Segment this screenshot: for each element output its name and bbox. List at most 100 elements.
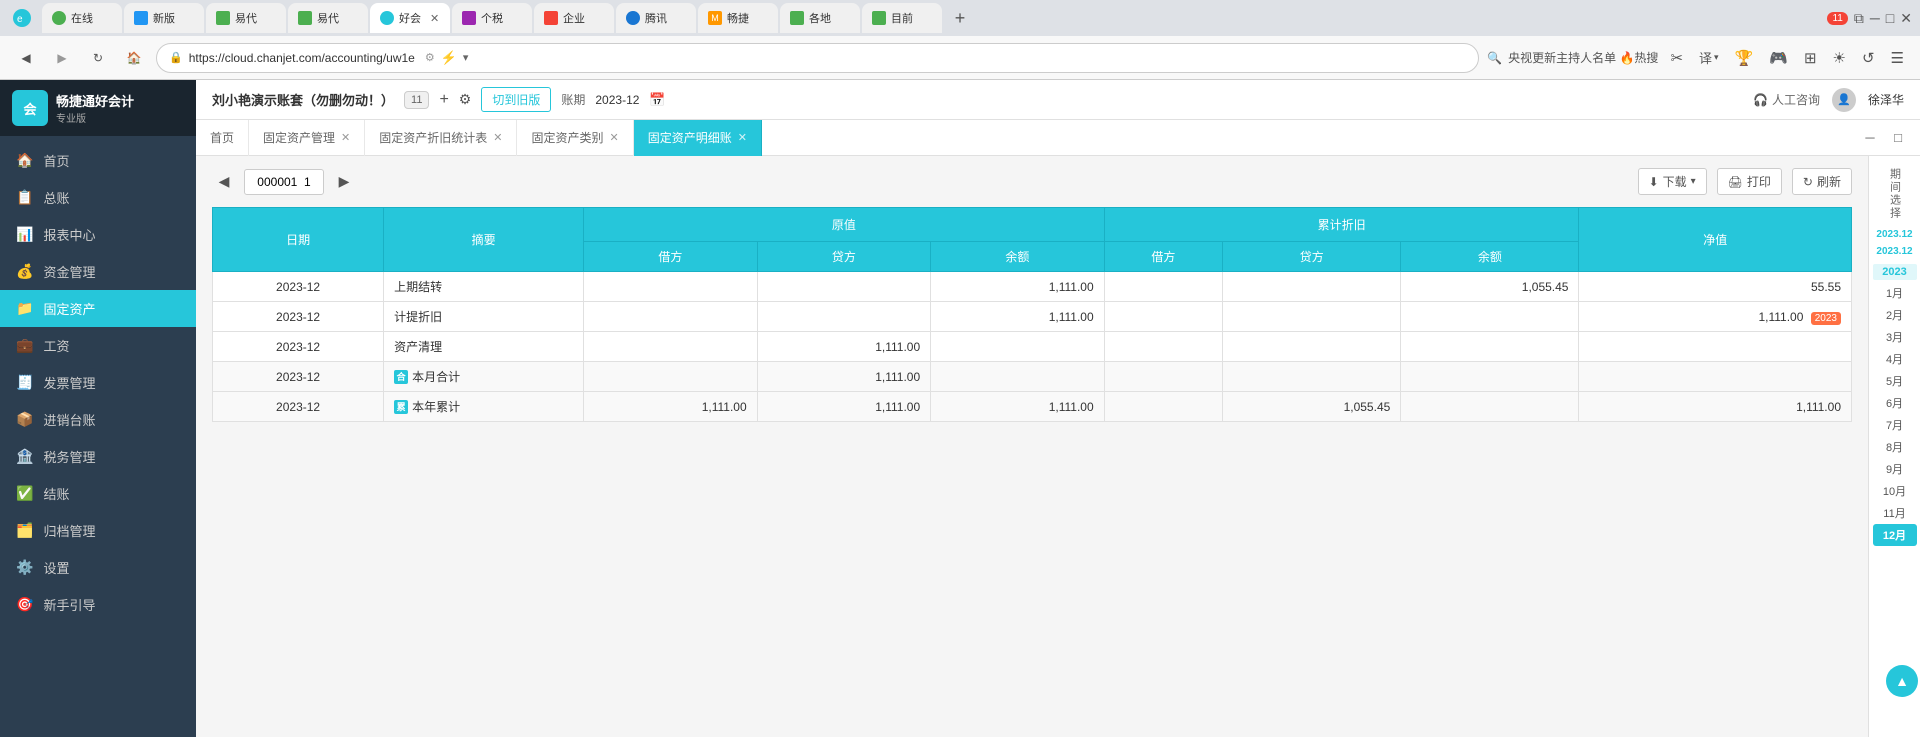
tab-close-haohui[interactable]: ✕ [430,12,439,25]
sidebar-item-home[interactable]: 🏠 首页 [0,142,196,179]
tab-asset-category[interactable]: 固定资产类别 ✕ [517,120,633,156]
settings-account-icon[interactable]: ⚙ [459,91,472,108]
maximize-icon[interactable]: □ [1886,10,1894,26]
browser-tab-muqian[interactable]: 目前 [862,3,942,33]
browser-tab-yidai2[interactable]: 易代 [288,3,368,33]
sidebar-item-funds[interactable]: 💰 资金管理 [0,253,196,290]
period-month-4[interactable]: 4月 [1873,348,1917,370]
account-badge[interactable]: 11 [404,91,429,109]
browser-tab-tengxun[interactable]: 腾讯 [616,3,696,33]
user-avatar[interactable]: 👤 [1832,88,1856,112]
browser-tab-gedi[interactable]: 各地 [780,3,860,33]
cell-orig-balance-3 [931,332,1105,362]
cell-dep-balance-2 [1401,302,1579,332]
tab-asset-management-close[interactable]: ✕ [341,131,350,144]
switch-version-button[interactable]: 切到旧版 [481,87,551,112]
sidebar-item-ledger[interactable]: 📋 总账 [0,179,196,216]
add-account-icon[interactable]: + [439,91,448,109]
cell-orig-balance-1: 1,111.00 [931,272,1105,302]
cell-summary-4: 合 本月合计 [384,362,584,392]
cell-date-5: 2023-12 [213,392,384,422]
tab-minimize-icon[interactable]: ─ [1860,128,1880,148]
browser-tab-zaixin[interactable]: 在线 [42,3,122,33]
headset-icon: 🎧 [1753,93,1768,107]
cell-date-3: 2023-12 [213,332,384,362]
browser-tab-haohui[interactable]: 好会 ✕ [370,3,450,33]
period-month-12[interactable]: 12月 [1873,524,1917,546]
period-month-8[interactable]: 8月 [1873,436,1917,458]
prev-page-icon[interactable]: ◀ [212,170,236,194]
tab-label-haohui: 好会 [399,10,421,26]
home-button[interactable]: 🏠 [120,44,148,72]
browser-tab-changjie[interactable]: M 畅捷 [698,3,778,33]
cell-summary-1: 上期结转 [384,272,584,302]
browser-tab-xinban[interactable]: 新版 [124,3,204,33]
history-icon[interactable]: ↺ [1858,45,1879,71]
sidebar-item-archive[interactable]: 🗂️ 归档管理 [0,512,196,549]
url-bar[interactable]: 🔒 https://cloud.chanjet.com/accounting/u… [156,43,1479,73]
browser-tab-qiye[interactable]: 企业 [534,3,614,33]
period-month-7[interactable]: 7月 [1873,414,1917,436]
period-month-2[interactable]: 2月 [1873,304,1917,326]
tab-maximize-icon[interactable]: □ [1888,128,1908,148]
reward-icon[interactable]: 🏆 [1731,45,1758,71]
tab-asset-detail-close[interactable]: ✕ [738,131,747,144]
menu-icon[interactable]: ☰ [1887,45,1908,71]
close-window-icon[interactable]: ✕ [1900,10,1912,27]
calendar-icon[interactable]: 📅 [649,92,665,108]
game-icon[interactable]: 🎮 [1765,45,1792,71]
table-row-summary-month: 2023-12 合 本月合计 1,111.00 [213,362,1852,392]
scissor-icon[interactable]: ✂ [1666,45,1687,71]
sidebar-item-tax[interactable]: 🏦 税务管理 [0,438,196,475]
sidebar-item-settings[interactable]: ⚙️ 设置 [0,549,196,586]
period-month-6[interactable]: 6月 [1873,392,1917,414]
next-page-icon[interactable]: ▶ [332,170,356,194]
download-button[interactable]: ⬇ 下载 ▾ [1638,168,1707,195]
service-button[interactable]: 🎧 人工咨询 [1753,91,1820,108]
print-button[interactable]: 🖨 打印 [1717,168,1782,195]
sidebar-item-guide[interactable]: 🎯 新手引导 [0,586,196,623]
tab-label-tengxun: 腾讯 [645,10,667,26]
reload-button[interactable]: ↻ [84,44,112,72]
settings-icon[interactable]: ☀ [1829,45,1850,71]
period-month-5[interactable]: 5月 [1873,370,1917,392]
tab-depreciation-stats-close[interactable]: ✕ [493,131,502,144]
tab-asset-category-close[interactable]: ✕ [610,131,619,144]
sidebar-label-invoice: 发票管理 [43,373,95,392]
sidebar-item-reports[interactable]: 📊 报表中心 [0,216,196,253]
tab-asset-management[interactable]: 固定资产管理 ✕ [249,120,365,156]
translate-icon[interactable]: 译▾ [1695,44,1723,71]
period-month-3[interactable]: 3月 [1873,326,1917,348]
apps-icon[interactable]: ⊞ [1800,45,1821,71]
dropdown-arrow-icon[interactable]: ▾ [463,51,469,64]
sidebar-item-purchase-sales[interactable]: 📦 进销台账 [0,401,196,438]
period-month-9[interactable]: 9月 [1873,458,1917,480]
tab-home[interactable]: 首页 [196,120,249,156]
cell-summary-5: 累 本年累计 [384,392,584,422]
forward-button[interactable]: ▶ [48,44,76,72]
browser-tab-geshui[interactable]: 个税 [452,3,532,33]
site-info-icon[interactable]: ⚙ [425,51,435,64]
sidebar-item-invoice[interactable]: 🧾 发票管理 [0,364,196,401]
scroll-up-button[interactable]: ▲ [1886,665,1918,697]
sidebar-item-salary[interactable]: 💼 工资 [0,327,196,364]
period-month-11[interactable]: 11月 [1873,502,1917,524]
tab-new-button[interactable]: + [946,4,974,32]
minimize-icon[interactable]: ─ [1870,10,1880,26]
back-button[interactable]: ◀ [12,44,40,72]
period-selected-1[interactable]: 2023.12 [1872,226,1918,243]
col-dep-credit: 贷方 [1223,242,1401,272]
tab-asset-detail[interactable]: 固定资产明细账 ✕ [634,120,762,156]
page-number-input[interactable] [244,169,324,195]
browser-tab-yidai1[interactable]: 易代 [206,3,286,33]
period-month-1[interactable]: 1月 [1873,282,1917,304]
tab-depreciation-stats[interactable]: 固定资产折旧统计表 ✕ [365,120,517,156]
restore-window-icon[interactable]: ⧉ [1854,10,1864,27]
refresh-button[interactable]: ↻ 刷新 [1792,168,1852,195]
sidebar-item-close[interactable]: ✅ 结账 [0,475,196,512]
period-selected-2[interactable]: 2023.12 [1872,243,1918,260]
sidebar-item-assets[interactable]: 📁 固定资产 [0,290,196,327]
guide-nav-icon: 🎯 [16,596,33,613]
period-month-10[interactable]: 10月 [1873,480,1917,502]
header-right: 🎧 人工咨询 👤 徐泽华 [1753,88,1904,112]
